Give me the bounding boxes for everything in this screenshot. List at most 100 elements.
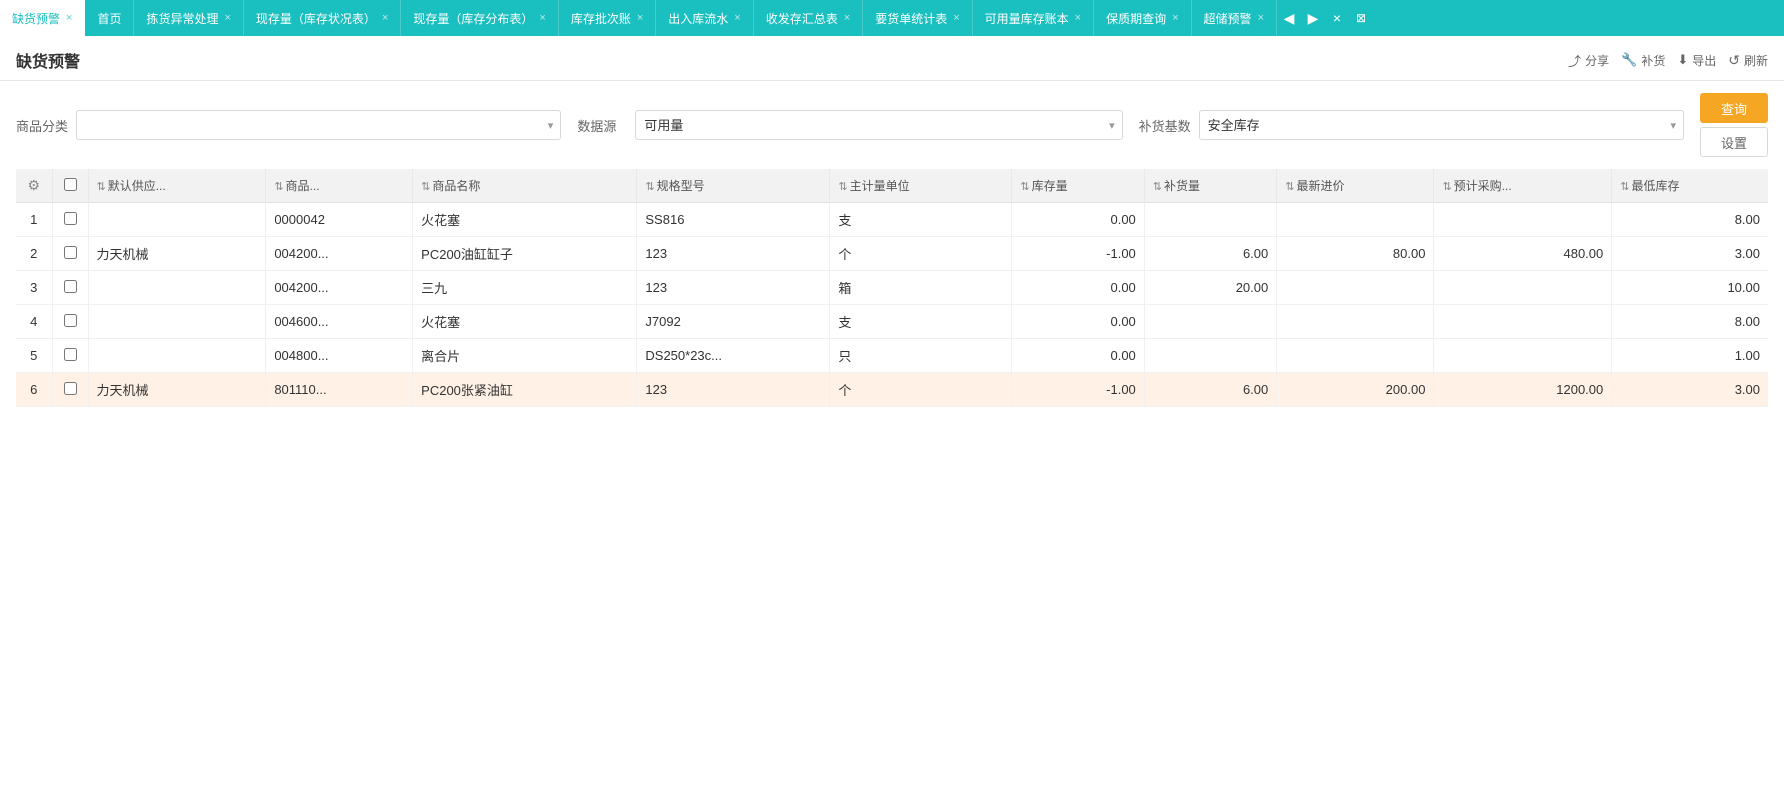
page-title: 缺货预警: [16, 48, 80, 72]
row-est-purchase: [1434, 305, 1612, 339]
page-header: 缺货预警 ⤴ 分享 🔧 补货 ⬇ 导出 ↺ 刷新: [0, 36, 1784, 81]
row-latest-price: [1277, 203, 1434, 237]
tab-collect-summary[interactable]: 收发存汇总表 ×: [754, 0, 863, 36]
row-name: 火花塞: [413, 305, 637, 339]
row-min-stock: 8.00: [1612, 305, 1768, 339]
row-min-stock: 10.00: [1612, 271, 1768, 305]
tab-prev-button[interactable]: ◀: [1277, 0, 1301, 36]
row-num: 2: [16, 237, 52, 271]
tab-label: 首页: [97, 10, 121, 27]
tab-next-button[interactable]: ▶: [1301, 0, 1325, 36]
row-latest-price: 200.00: [1277, 373, 1434, 407]
sort-icon: ⇅: [645, 181, 654, 193]
row-checkbox[interactable]: [64, 382, 77, 395]
tab-shortage-warn[interactable]: 缺货预警 ×: [0, 0, 85, 36]
tab-close-icon[interactable]: ×: [1172, 12, 1178, 24]
row-checkbox[interactable]: [64, 280, 77, 293]
th-code[interactable]: ⇅商品...: [266, 169, 413, 203]
tab-home[interactable]: 首页: [85, 0, 134, 36]
replenish-base-select[interactable]: 安全库存 最低库存: [1199, 110, 1684, 140]
row-replenish: [1144, 339, 1276, 373]
tab-requisition-stat[interactable]: 要货单统计表 ×: [863, 0, 972, 36]
tab-close-icon[interactable]: ×: [539, 12, 545, 24]
sort-icon: ⇅: [1153, 181, 1162, 193]
row-code: 0000042: [266, 203, 413, 237]
row-stock: 0.00: [1012, 271, 1144, 305]
category-select[interactable]: [76, 110, 561, 140]
tab-label: 缺货预警: [12, 10, 60, 27]
tab-inventory-status[interactable]: 现存量（库存状况表） ×: [244, 0, 401, 36]
th-latest-price[interactable]: ⇅最新进价: [1277, 169, 1434, 203]
tab-label: 要货单统计表: [875, 10, 947, 27]
refresh-button[interactable]: ↺ 刷新: [1728, 52, 1768, 69]
row-checkbox[interactable]: [64, 348, 77, 361]
tab-inout-flow[interactable]: 出入库流水 ×: [656, 0, 753, 36]
row-est-purchase: [1434, 203, 1612, 237]
tab-close-icon[interactable]: ×: [1075, 12, 1081, 24]
replenish-button[interactable]: 🔧 补货: [1621, 52, 1665, 69]
tab-close-icon[interactable]: ×: [953, 12, 959, 24]
gear-icon[interactable]: ⚙: [27, 177, 40, 193]
tab-label: 保质期查询: [1106, 10, 1166, 27]
table-row: 6 力天机械 801110... PC200张紧油缸 123 个 -1.00 6…: [16, 373, 1768, 407]
datasource-filter: 数据源 可用量 库存量 ▾: [577, 110, 1122, 140]
row-est-purchase: [1434, 339, 1612, 373]
replenish-label: 补货: [1641, 52, 1665, 69]
row-min-stock: 1.00: [1612, 339, 1768, 373]
tab-close-icon[interactable]: ×: [637, 12, 643, 24]
select-all-checkbox[interactable]: [64, 178, 77, 191]
tab-close-icon[interactable]: ×: [1258, 12, 1264, 24]
row-checkbox[interactable]: [64, 212, 77, 225]
th-supplier[interactable]: ⇅默认供应...: [88, 169, 266, 203]
row-stock: 0.00: [1012, 305, 1144, 339]
row-checkbox-cell: [52, 373, 88, 407]
row-replenish: [1144, 305, 1276, 339]
row-min-stock: 8.00: [1612, 203, 1768, 237]
row-num: 4: [16, 305, 52, 339]
tab-close-icon[interactable]: ×: [224, 12, 230, 24]
th-min-stock[interactable]: ⇅最低库存: [1612, 169, 1768, 203]
tab-close-current-button[interactable]: ×: [1325, 0, 1349, 36]
th-est-purchase[interactable]: ⇅预计采购...: [1434, 169, 1612, 203]
row-supplier: 力天机械: [88, 373, 266, 407]
row-checkbox-cell: [52, 237, 88, 271]
th-unit[interactable]: ⇅主计量单位: [830, 169, 1012, 203]
datasource-select[interactable]: 可用量 库存量: [635, 110, 1122, 140]
th-stock[interactable]: ⇅库存量: [1012, 169, 1144, 203]
row-spec: DS250*23c...: [637, 339, 830, 373]
th-name[interactable]: ⇅商品名称: [413, 169, 637, 203]
settings-button[interactable]: 设置: [1700, 127, 1768, 157]
row-num: 5: [16, 339, 52, 373]
th-check: [52, 169, 88, 203]
tab-label: 拣货异常处理: [146, 10, 218, 27]
tab-close-icon[interactable]: ×: [382, 12, 388, 24]
row-supplier: [88, 203, 266, 237]
datasource-select-wrap: 可用量 库存量 ▾: [635, 110, 1122, 140]
row-supplier: [88, 305, 266, 339]
tab-expiry-query[interactable]: 保质期查询 ×: [1094, 0, 1191, 36]
tab-close-icon[interactable]: ×: [66, 12, 72, 24]
th-replenish[interactable]: ⇅补货量: [1144, 169, 1276, 203]
tab-available-ledger[interactable]: 可用量库存账本 ×: [973, 0, 1094, 36]
row-checkbox-cell: [52, 203, 88, 237]
row-spec: 123: [637, 237, 830, 271]
row-stock: 0.00: [1012, 203, 1144, 237]
tab-abnormal[interactable]: 拣货异常处理 ×: [134, 0, 243, 36]
share-button[interactable]: ⤴ 分享: [1568, 51, 1609, 70]
export-button[interactable]: ⬇ 导出: [1677, 52, 1716, 69]
th-spec[interactable]: ⇅规格型号: [637, 169, 830, 203]
row-name: 火花塞: [413, 203, 637, 237]
tab-batch-account[interactable]: 库存批次账 ×: [559, 0, 656, 36]
row-checkbox[interactable]: [64, 246, 77, 259]
tab-overstock-warn[interactable]: 超储预警 ×: [1192, 0, 1277, 36]
tab-close-all-button[interactable]: ⊠: [1349, 0, 1373, 36]
tab-label: 现存量（库存分布表）: [413, 10, 533, 27]
query-button[interactable]: 查询: [1700, 93, 1768, 123]
table-container: ⚙ ⇅默认供应... ⇅商品... ⇅商品名称 ⇅规格型号: [0, 169, 1784, 407]
tab-inventory-dist[interactable]: 现存量（库存分布表） ×: [401, 0, 558, 36]
tab-close-icon[interactable]: ×: [844, 12, 850, 24]
refresh-label: 刷新: [1744, 52, 1768, 69]
row-name: 离合片: [413, 339, 637, 373]
tab-close-icon[interactable]: ×: [734, 12, 740, 24]
row-checkbox[interactable]: [64, 314, 77, 327]
